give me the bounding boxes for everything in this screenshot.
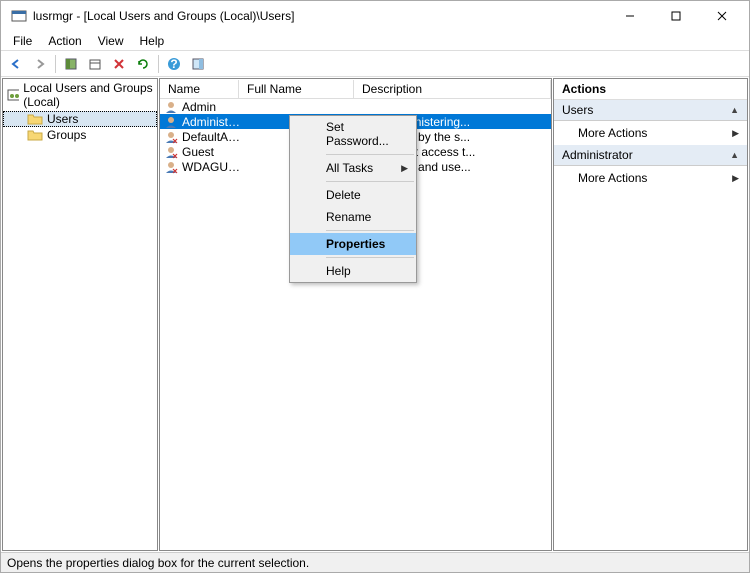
folder-icon [27,128,43,142]
main-area: Local Users and Groups (Local) Users Gro… [1,77,749,552]
row-name: Guest [182,145,243,159]
ctx-help[interactable]: Help [290,260,416,282]
status-text: Opens the properties dialog box for the … [7,556,309,570]
ctx-separator [326,257,414,258]
menu-help[interactable]: Help [132,32,173,50]
menu-view[interactable]: View [90,32,132,50]
list-row[interactable]: Admin [160,99,551,114]
actions-section-users[interactable]: Users ▲ [554,100,747,121]
forward-button[interactable] [29,53,51,75]
actions-section-label: Users [562,103,593,117]
toolbar-separator [158,55,159,73]
tree-item-label: Groups [47,128,86,142]
tree-item-users[interactable]: Users [3,111,157,127]
actions-section-administrator[interactable]: Administrator ▲ [554,145,747,166]
ctx-separator [326,154,414,155]
column-name[interactable]: Name [160,80,239,98]
folder-icon [27,112,43,126]
actions-panel: Actions Users ▲ More Actions ▶ Administr… [553,78,748,551]
back-button[interactable] [5,53,27,75]
submenu-arrow-icon: ▶ [732,173,739,184]
toolbar-separator [55,55,56,73]
row-name: WDAGUtility... [182,160,243,174]
app-icon [11,8,27,24]
action-more-users[interactable]: More Actions ▶ [554,121,747,145]
action-pane-button[interactable] [187,53,209,75]
tree-root-label: Local Users and Groups (Local) [23,81,153,109]
ctx-set-password[interactable]: Set Password... [290,116,416,152]
user-disabled-icon [164,160,178,174]
svg-text:?: ? [170,57,177,71]
user-icon [164,115,178,129]
row-name: DefaultAcco... [182,130,243,144]
delete-button[interactable] [108,53,130,75]
ctx-properties[interactable]: Properties [290,233,416,255]
show-hide-tree-button[interactable] [60,53,82,75]
action-more-administrator[interactable]: More Actions ▶ [554,166,747,190]
close-button[interactable] [699,1,745,31]
user-disabled-icon [164,130,178,144]
column-fullname[interactable]: Full Name [239,80,354,98]
properties-button[interactable] [84,53,106,75]
refresh-button[interactable] [132,53,154,75]
menu-file[interactable]: File [5,32,40,50]
row-name: Administrator [182,115,243,129]
window-title: lusrmgr - [Local Users and Groups (Local… [33,9,607,23]
context-menu: Set Password... All Tasks▶ Delete Rename… [289,115,417,283]
menu-bar: File Action View Help [1,31,749,51]
tree-item-groups[interactable]: Groups [3,127,157,143]
minimize-button[interactable] [607,1,653,31]
tree-panel: Local Users and Groups (Local) Users Gro… [2,78,158,551]
ctx-delete[interactable]: Delete [290,184,416,206]
ctx-rename[interactable]: Rename [290,206,416,228]
help-button[interactable]: ? [163,53,185,75]
maximize-button[interactable] [653,1,699,31]
collapse-arrow-icon: ▲ [730,150,739,160]
tree-root[interactable]: Local Users and Groups (Local) [3,79,157,111]
menu-action[interactable]: Action [40,32,89,50]
submenu-arrow-icon: ▶ [732,128,739,139]
ctx-all-tasks[interactable]: All Tasks▶ [290,157,416,179]
action-item-label: More Actions [578,171,647,185]
title-bar: lusrmgr - [Local Users and Groups (Local… [1,1,749,31]
toolbar: ? [1,51,749,77]
ctx-separator [326,230,414,231]
list-header: Name Full Name Description [160,79,551,99]
actions-title: Actions [554,79,747,100]
action-item-label: More Actions [578,126,647,140]
submenu-arrow-icon: ▶ [401,163,408,174]
collapse-arrow-icon: ▲ [730,105,739,115]
actions-section-label: Administrator [562,148,633,162]
list-panel: Name Full Name Description Admin Adminis… [159,78,552,551]
column-description[interactable]: Description [354,80,551,98]
user-disabled-icon [164,145,178,159]
row-name: Admin [182,100,243,114]
tree-item-label: Users [47,112,78,126]
status-bar: Opens the properties dialog box for the … [1,552,749,572]
user-icon [164,100,178,114]
ctx-separator [326,181,414,182]
